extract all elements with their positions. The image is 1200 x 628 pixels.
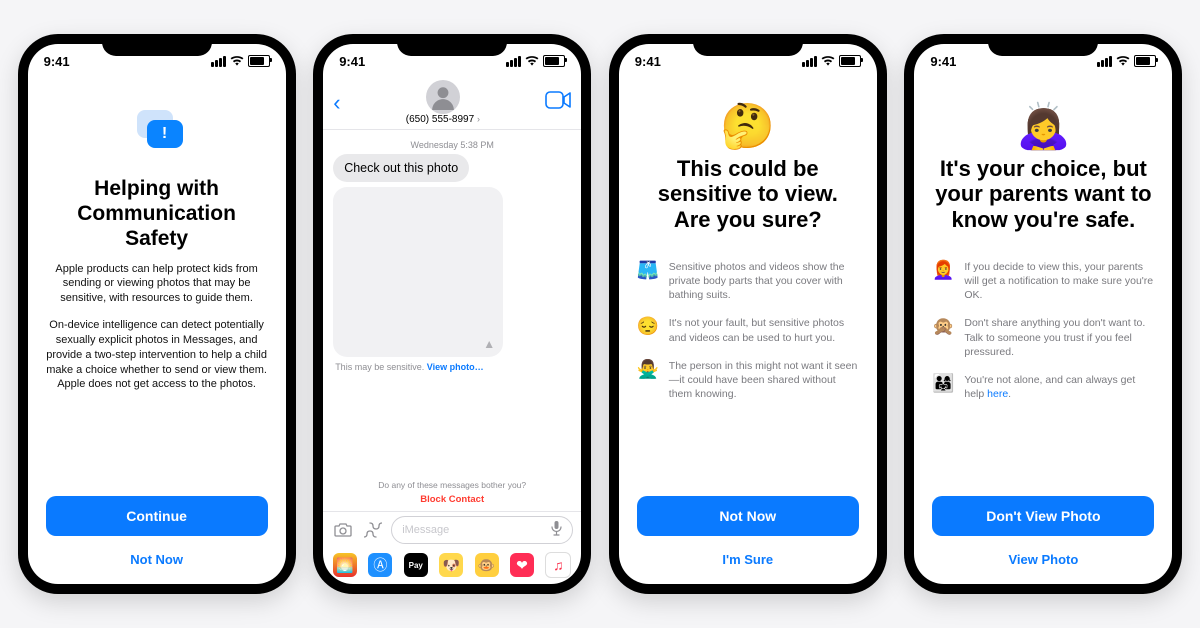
phone-frame: 9:41 ! Helping with Communication Safety… [18,34,296,594]
notch [988,34,1098,56]
intro-paragraph-2: On-device intelligence can detect potent… [46,318,268,392]
notch [102,34,212,56]
memoji-app-icon[interactable]: 🐶 [439,553,463,577]
wifi-icon [821,56,835,66]
thread-timestamp: Wednesday 5:38 PM [333,140,571,150]
chat-alert-icon: ! [131,110,183,154]
bullet-item: 🙅‍♂️ The person in this might not want i… [637,359,859,402]
status-time: 9:41 [44,54,70,69]
battery-icon [1134,55,1156,67]
bullet-item: 👨‍👩‍👧 You're not alone, and can always g… [932,373,1154,401]
back-button[interactable]: ‹ [333,90,340,116]
warning-icon: ▲ [483,337,495,351]
applepay-app-icon[interactable]: Pay [404,553,428,577]
imessage-app-strip: 🌅 Ⓐ Pay 🐶 🐵 ❤︎ ♫ [323,548,581,584]
bullet-item: 😔 It's not your fault, but sensitive pho… [637,316,859,344]
battery-icon [543,55,565,67]
messages-header: ‹ (650) 555-8997 › [323,78,581,130]
block-contact-link[interactable]: Block Contact [333,494,571,505]
wifi-icon [230,56,244,66]
family-icon: 👨‍👩‍👧 [932,373,954,395]
notch [693,34,803,56]
help-link[interactable]: here [987,388,1008,400]
swimsuit-icon: 🩳 [637,260,659,282]
screen-2: 9:41 ‹ (650) 555-8997 › [323,44,581,584]
screen-3: 9:41 🤔 This could be sensitive to view. … [619,44,877,584]
screen-4: 9:41 🙇‍♀️ It's your choice, but your par… [914,44,1172,584]
contact-avatar[interactable] [426,80,460,114]
cellular-icon [1097,56,1112,67]
appstore-app-icon[interactable]: Ⓐ [368,553,392,577]
cellular-icon [211,56,226,67]
not-now-button[interactable]: Not Now [637,496,859,536]
dont-view-button[interactable]: Don't View Photo [932,496,1154,536]
digitaltouch-app-icon[interactable]: ❤︎ [510,553,534,577]
intro-paragraph-1: Apple products can help protect kids fro… [46,262,268,307]
incoming-message[interactable]: Check out this photo [333,154,469,182]
view-photo-button[interactable]: View Photo [932,542,1154,576]
bullet-item: 🩳 Sensitive photos and videos show the p… [637,260,859,303]
view-photo-link[interactable]: View photo… [427,362,484,372]
cellular-icon [506,56,521,67]
thinking-face-icon: 🤔 [637,100,859,152]
continue-button[interactable]: Continue [46,496,268,536]
speak-no-evil-icon: 🙊 [932,316,954,338]
music-app-icon[interactable]: ♫ [545,552,571,578]
notch [397,34,507,56]
status-time: 9:41 [339,54,365,69]
facetime-button[interactable] [545,91,571,114]
photos-app-icon[interactable]: 🌅 [333,553,357,577]
screen-1: 9:41 ! Helping with Communication Safety… [28,44,286,584]
page-title: Helping with Communication Safety [46,176,268,252]
bother-prompt: Do any of these messages bother you? [333,480,571,490]
four-phone-lineup: 9:41 ! Helping with Communication Safety… [0,0,1200,628]
app-drawer-icon[interactable] [361,518,385,542]
im-sure-button[interactable]: I'm Sure [637,542,859,576]
no-gesture-icon: 🙅‍♂️ [637,359,659,381]
battery-icon [839,55,861,67]
wifi-icon [1116,56,1130,66]
status-time: 9:41 [930,54,956,69]
page-title: This could be sensitive to view. Are you… [637,156,859,232]
page-title: It's your choice, but your parents want … [932,156,1154,232]
battery-icon [248,55,270,67]
wifi-icon [525,56,539,66]
blurred-photo[interactable]: ▲ [333,187,503,357]
bowing-person-icon: 🙇‍♀️ [932,100,1154,152]
contact-name[interactable]: (650) 555-8997 › [406,114,480,125]
message-thread[interactable]: Wednesday 5:38 PM Check out this photo ▲… [323,130,581,511]
bullet-item: 👩‍🦰 If you decide to view this, your par… [932,260,1154,303]
parent-icon: 👩‍🦰 [932,260,954,282]
animoji-app-icon[interactable]: 🐵 [475,553,499,577]
message-input[interactable]: iMessage [391,516,573,544]
compose-bar: iMessage [323,511,581,548]
cellular-icon [802,56,817,67]
status-time: 9:41 [635,54,661,69]
phone-frame: 9:41 🤔 This could be sensitive to view. … [609,34,887,594]
sad-face-icon: 😔 [637,316,659,338]
phone-frame: 9:41 ‹ (650) 555-8997 › [313,34,591,594]
sensitive-caption: This may be sensitive. View photo… [335,362,569,372]
phone-frame: 9:41 🙇‍♀️ It's your choice, but your par… [904,34,1182,594]
bullet-item: 🙊 Don't share anything you don't want to… [932,316,1154,359]
camera-icon[interactable] [331,518,355,542]
dictation-icon[interactable] [551,521,562,539]
not-now-button[interactable]: Not Now [46,542,268,576]
